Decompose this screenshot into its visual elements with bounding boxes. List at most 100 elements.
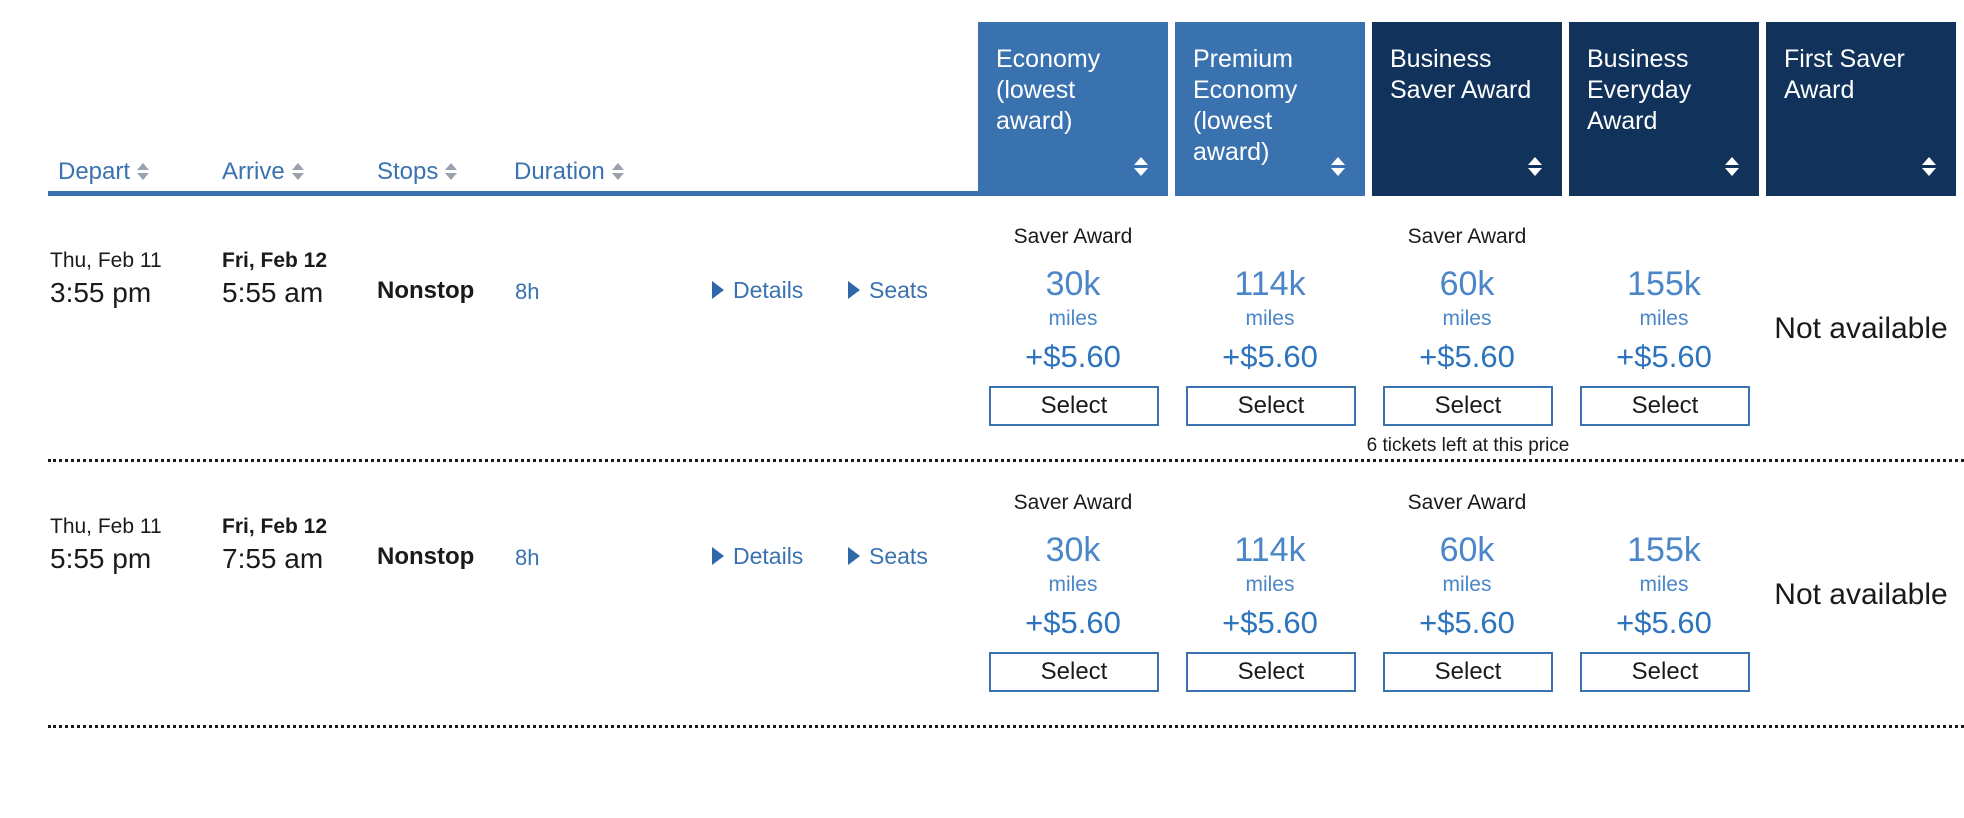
fare-award-tag: Saver Award [1013,491,1133,514]
sort-arrow-down-icon [1725,168,1739,176]
arrive-cell-time: 7:55 am [222,543,324,574]
fare-miles-unit: miles [1245,573,1295,596]
sort-arrow-down-icon [291,172,304,180]
fare-miles-amount: 30k [1045,531,1101,569]
seats-link[interactable]: Seats [848,276,928,304]
fare-miles-unit: miles [1639,307,1689,330]
sort-arrow-up-icon [1331,157,1345,165]
fare-sort-toggle-business-everyday-award-icon[interactable] [1725,157,1739,176]
arrive-cell: Fri, Feb 12 7:55 am [222,514,327,576]
select-button[interactable]: Select [1383,386,1553,426]
fare-column-header-label: Business Everyday Award [1587,45,1692,135]
fare-column-header-business-saver-award[interactable]: Business Saver Award [1372,22,1562,196]
fare-column-header-label: Business Saver Award [1390,45,1532,104]
fare-miles-amount: 155k [1627,265,1701,303]
duration-cell: 8h [515,279,540,304]
fare-sort-toggle-premium-economy-lowest-award-icon[interactable] [1331,157,1345,176]
fare-cell: 114k miles +$5.60 Select [1175,462,1365,728]
sort-toggle-depart-icon [137,162,150,182]
sort-arrow-down-icon [1331,168,1345,176]
select-button[interactable]: Select [1186,386,1356,426]
fare-miles-unit: miles [1048,307,1098,330]
seats-link-label: Seats [869,543,928,569]
fare-miles-unit: miles [1639,573,1689,596]
stops-cell: Nonstop [377,277,475,304]
depart-cell-date: Thu, Feb 11 [50,515,162,538]
fare-miles-unit: miles [1442,307,1492,330]
arrive-cell-date: Fri, Feb 12 [222,515,328,538]
flight-leg-summary: Thu, Feb 11 3:55 pm Fri, Feb 12 5:55 am Nons… [0,196,978,462]
fare-tax-amount: +$5.60 [1419,605,1515,640]
fare-cell: 155k miles +$5.60 Select [1569,196,1759,462]
select-button[interactable]: Select [989,386,1159,426]
select-button[interactable]: Select [1580,652,1750,692]
fare-tax-amount: +$5.60 [1222,339,1318,374]
fare-column-header-economy-lowest-award[interactable]: Economy (lowest award) [978,22,1168,196]
stops-cell: Nonstop [377,543,475,570]
fare-cell: Saver Award 30k miles +$5.60 Select [978,462,1168,728]
fare-tax-amount: +$5.60 [1616,339,1712,374]
duration-cell: 8h [515,545,540,570]
seats-link[interactable]: Seats [848,542,928,570]
arrive-cell-time: 5:55 am [222,277,324,308]
fare-column-header-first-saver-award[interactable]: First Saver Award [1766,22,1956,196]
details-link[interactable]: Details [712,276,803,304]
fare-sort-toggle-first-saver-award-icon[interactable] [1922,157,1936,176]
fare-miles-amount: 60k [1439,531,1495,569]
fare-miles-amount: 30k [1045,265,1101,303]
fare-sort-toggle-business-saver-award-icon[interactable] [1528,157,1542,176]
fare-sort-toggle-economy-lowest-award-icon[interactable] [1134,157,1148,176]
select-button[interactable]: Select [1580,386,1750,426]
sort-header-duration[interactable]: Duration [514,158,624,186]
fare-column-header-premium-economy-lowest-award[interactable]: Premium Economy (lowest award) [1175,22,1365,196]
fare-column-header-label: First Saver Award [1784,45,1905,104]
select-button[interactable]: Select [1383,652,1553,692]
sort-header-stops[interactable]: Stops [377,158,458,186]
sort-arrow-down-icon [445,172,458,180]
fare-miles-amount: 60k [1439,265,1495,303]
sort-arrow-up-icon [445,162,458,170]
sort-header-arrive[interactable]: Arrive [222,158,304,186]
sort-arrow-up-icon [1134,157,1148,165]
fare-column-header-label: Premium Economy (lowest award) [1193,45,1298,166]
expand-triangle-icon [712,281,724,299]
sort-arrow-up-icon [1528,157,1542,165]
sort-header-depart[interactable]: Depart [58,158,150,186]
results-header: Depart Arrive Stops Duration Economy (lowes… [0,0,1964,196]
fare-miles-unit: miles [1442,573,1492,596]
sort-arrow-up-icon [137,162,150,170]
fare-column-header-business-everyday-award[interactable]: Business Everyday Award [1569,22,1759,196]
depart-cell-time: 5:55 pm [50,543,152,574]
sort-arrow-down-icon [137,172,150,180]
select-button[interactable]: Select [1186,652,1356,692]
details-link-label: Details [733,543,804,569]
fare-miles-amount: 155k [1627,531,1701,569]
fare-miles-unit: miles [1245,307,1295,330]
fare-cell-unavailable: Not available [1774,578,1948,611]
fare-tax-amount: +$5.60 [1025,605,1121,640]
flight-row: Thu, Feb 11 5:55 pm Fri, Feb 12 7:55 am Nons… [0,462,1964,728]
fare-cell: 155k miles +$5.60 Select [1569,462,1759,728]
sort-header-label: Depart [58,158,131,185]
expand-triangle-icon [848,547,860,565]
sort-arrow-up-icon [291,162,304,170]
fare-cell: Saver Award 30k miles +$5.60 Select [978,196,1168,462]
seats-link-label: Seats [869,277,928,303]
details-link-label: Details [733,277,804,303]
tickets-left-note: 6 tickets left at this price [1366,435,1570,456]
fare-tax-amount: +$5.60 [1616,605,1712,640]
depart-cell: Thu, Feb 11 3:55 pm [50,248,162,310]
fare-cell-unavailable: Not available [1774,312,1948,345]
sort-header-label: Duration [514,158,605,185]
fare-tax-amount: +$5.60 [1419,339,1515,374]
sort-arrow-down-icon [1922,168,1936,176]
fare-miles-unit: miles [1048,573,1098,596]
sort-toggle-stops-icon [445,162,458,182]
sort-header-label: Arrive [222,158,285,185]
depart-cell-date: Thu, Feb 11 [50,249,162,272]
fare-cell: Saver Award 60k miles +$5.60 Select [1372,462,1562,728]
details-link[interactable]: Details [712,542,803,570]
depart-cell-time: 3:55 pm [50,277,152,308]
sort-toggle-duration-icon [611,162,624,182]
select-button[interactable]: Select [989,652,1159,692]
